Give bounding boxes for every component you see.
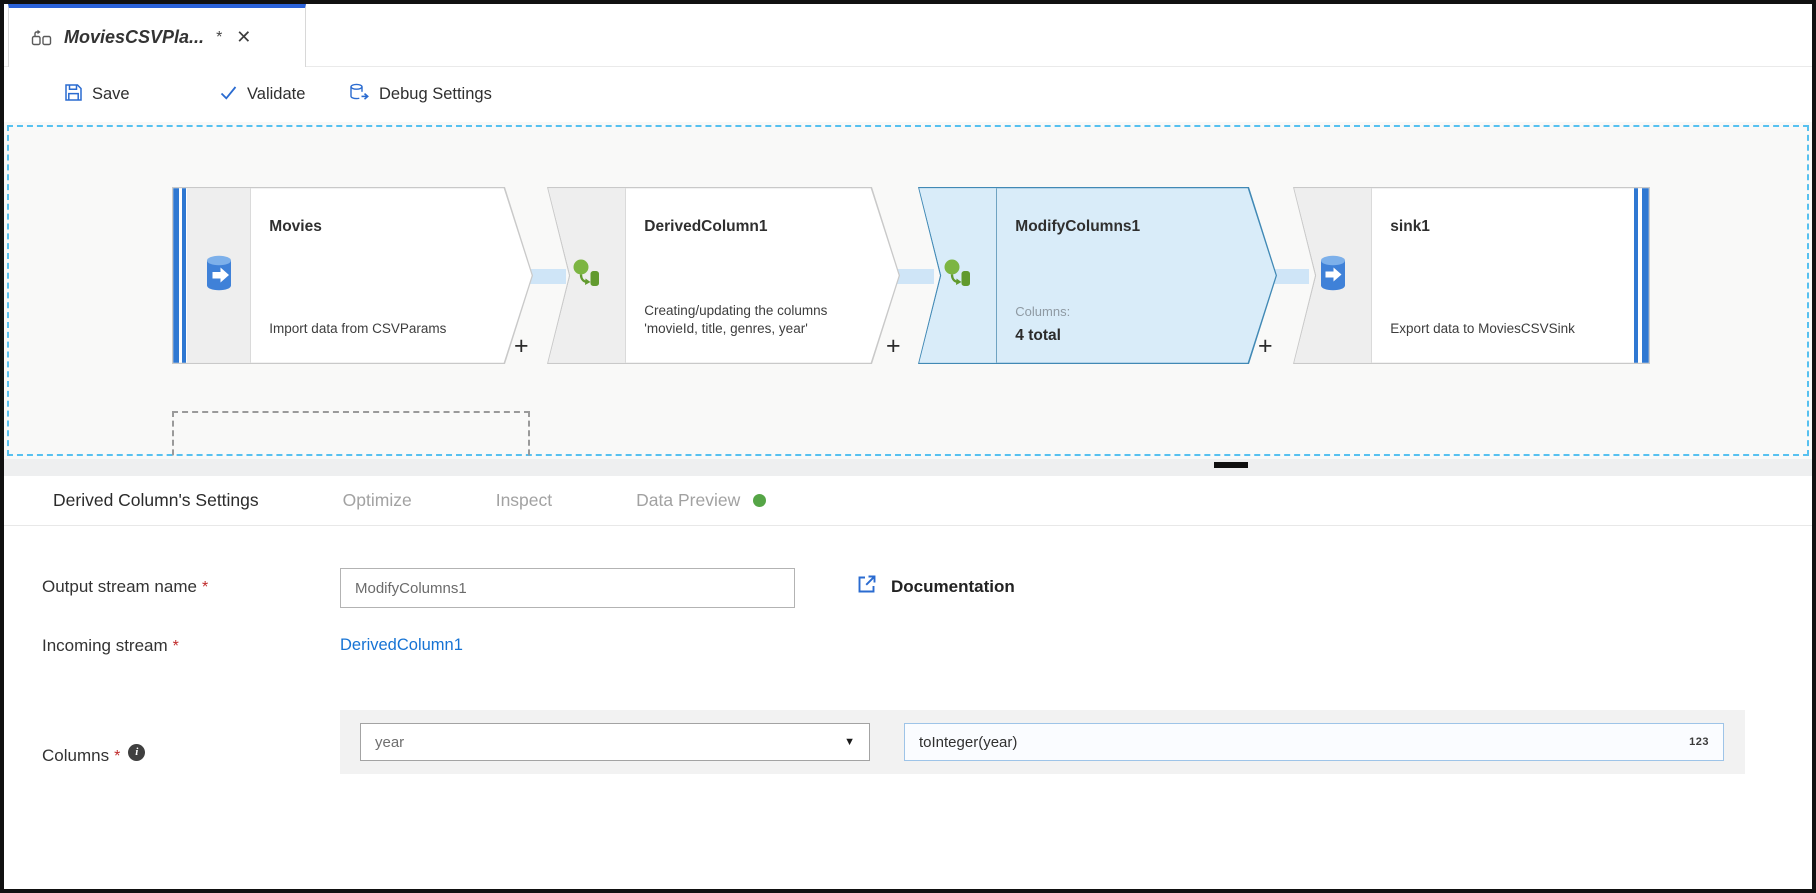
derived-column-icon [571, 257, 603, 294]
output-stream-name-label: Output stream name * [42, 577, 208, 597]
node-icon-strip [187, 188, 251, 362]
node-content: ModifyColumns1 Columns: 4 total [997, 188, 1247, 362]
panel-splitter [4, 459, 1812, 476]
node-modifycolumns1-selected[interactable]: ModifyColumns1 Columns: 4 total [918, 187, 1277, 364]
tab-data-preview[interactable]: Data Preview [636, 490, 740, 511]
node-name: ModifyColumns1 [1015, 218, 1140, 236]
tab-derived-column-settings[interactable]: Derived Column's Settings [53, 490, 259, 511]
required-marker: * [202, 579, 208, 596]
node-name: sink1 [1390, 218, 1430, 236]
save-button[interactable]: Save [64, 67, 130, 122]
tab-dataflow[interactable]: MoviesCSVPla... * ✕ [8, 4, 306, 67]
node-content: DerivedColumn1 Creating/updating the col… [626, 188, 870, 362]
node-movies-source[interactable]: Movies Import data from CSVParams [172, 187, 533, 364]
data-preview-status-dot [753, 494, 766, 507]
expression-value: toInteger(year) [919, 734, 1689, 751]
resize-drag-handle[interactable] [1214, 462, 1248, 468]
documentation-link[interactable]: Documentation [855, 573, 1015, 601]
unsaved-indicator: * [216, 29, 222, 47]
documentation-label: Documentation [891, 577, 1015, 597]
tab-strip: MoviesCSVPla... * ✕ [4, 4, 1812, 67]
column-name-dropdown[interactable]: year ▼ [360, 723, 870, 761]
node-surface: sink1 Export data to MoviesCSVSink [1294, 188, 1648, 362]
incoming-stream-link[interactable]: DerivedColumn1 [340, 636, 463, 655]
source-dataset-icon [204, 255, 234, 296]
node-surface: DerivedColumn1 Creating/updating the col… [548, 188, 898, 362]
node-icon-strip [919, 188, 997, 362]
expression-input[interactable]: toInteger(year) 123 [904, 723, 1724, 761]
columns-label: Columns * i [42, 744, 145, 766]
label-text: Incoming stream [42, 636, 168, 655]
node-derivedcolumn1[interactable]: DerivedColumn1 Creating/updating the col… [547, 187, 900, 364]
node-content: Movies Import data from CSVParams [251, 188, 503, 362]
select-columns-icon [942, 257, 974, 294]
source-stripe [173, 188, 179, 362]
tab-inspect[interactable]: Inspect [496, 490, 552, 511]
dataflow-icon [31, 27, 52, 48]
node-surface: ModifyColumns1 Columns: 4 total [919, 188, 1275, 362]
debug-database-icon [349, 83, 370, 107]
external-link-icon [855, 573, 878, 601]
validate-label: Validate [247, 85, 305, 104]
node-columns-count: 4 total [1015, 327, 1061, 345]
tab-title: MoviesCSVPla... [64, 27, 204, 48]
required-marker: * [173, 638, 179, 655]
chevron-down-icon: ▼ [844, 736, 855, 748]
settings-panel: Derived Column's Settings Optimize Inspe… [4, 476, 1812, 889]
node-content: sink1 Export data to MoviesCSVSink [1372, 188, 1632, 362]
add-transform-icon[interactable]: + [514, 334, 529, 359]
sink-dataset-icon [1318, 255, 1348, 296]
toolbar: Save Validate Debug Settings [4, 67, 1812, 122]
label-text: Output stream name [42, 577, 197, 596]
label-text: Columns [42, 746, 109, 765]
panel-tab-bar: Derived Column's Settings Optimize Inspe… [4, 476, 1812, 526]
debug-settings-label: Debug Settings [379, 85, 492, 104]
node-description: Creating/updating the columns 'movieId, … [644, 302, 868, 338]
node-description: Import data from CSVParams [269, 320, 501, 338]
dataflow-canvas[interactable]: Movies Import data from CSVParams [4, 122, 1812, 459]
node-columns-label: Columns: [1015, 304, 1070, 319]
node-drop-placeholder [172, 411, 530, 459]
dataflow-editor-window: MoviesCSVPla... * ✕ Save Validate [0, 0, 1816, 893]
node-icon-strip [548, 188, 626, 362]
required-marker: * [114, 748, 120, 765]
validate-button[interactable]: Validate [219, 67, 305, 122]
node-sink1[interactable]: sink1 Export data to MoviesCSVSink [1293, 187, 1650, 364]
node-name: Movies [269, 218, 322, 236]
node-icon-strip [1294, 188, 1372, 362]
output-stream-name-input[interactable] [340, 568, 795, 608]
save-icon [64, 83, 83, 107]
source-stripe [182, 188, 186, 362]
info-icon[interactable]: i [128, 744, 145, 761]
node-surface: Movies Import data from CSVParams [173, 188, 531, 362]
integer-type-badge: 123 [1689, 736, 1709, 748]
sink-stripe [1642, 188, 1649, 362]
column-dropdown-value: year [375, 734, 844, 751]
tab-optimize[interactable]: Optimize [343, 490, 412, 511]
close-icon[interactable]: ✕ [236, 27, 251, 48]
checkmark-icon [219, 83, 238, 107]
incoming-stream-label: Incoming stream * [42, 636, 179, 656]
save-label: Save [92, 85, 130, 104]
debug-settings-button[interactable]: Debug Settings [349, 67, 492, 122]
sink-stripe [1634, 188, 1638, 362]
add-transform-icon[interactable]: + [886, 334, 901, 359]
node-description: Export data to MoviesCSVSink [1390, 320, 1630, 338]
add-transform-icon[interactable]: + [1258, 334, 1273, 359]
columns-editor-row: year ▼ toInteger(year) 123 [340, 710, 1745, 774]
node-name: DerivedColumn1 [644, 218, 767, 236]
